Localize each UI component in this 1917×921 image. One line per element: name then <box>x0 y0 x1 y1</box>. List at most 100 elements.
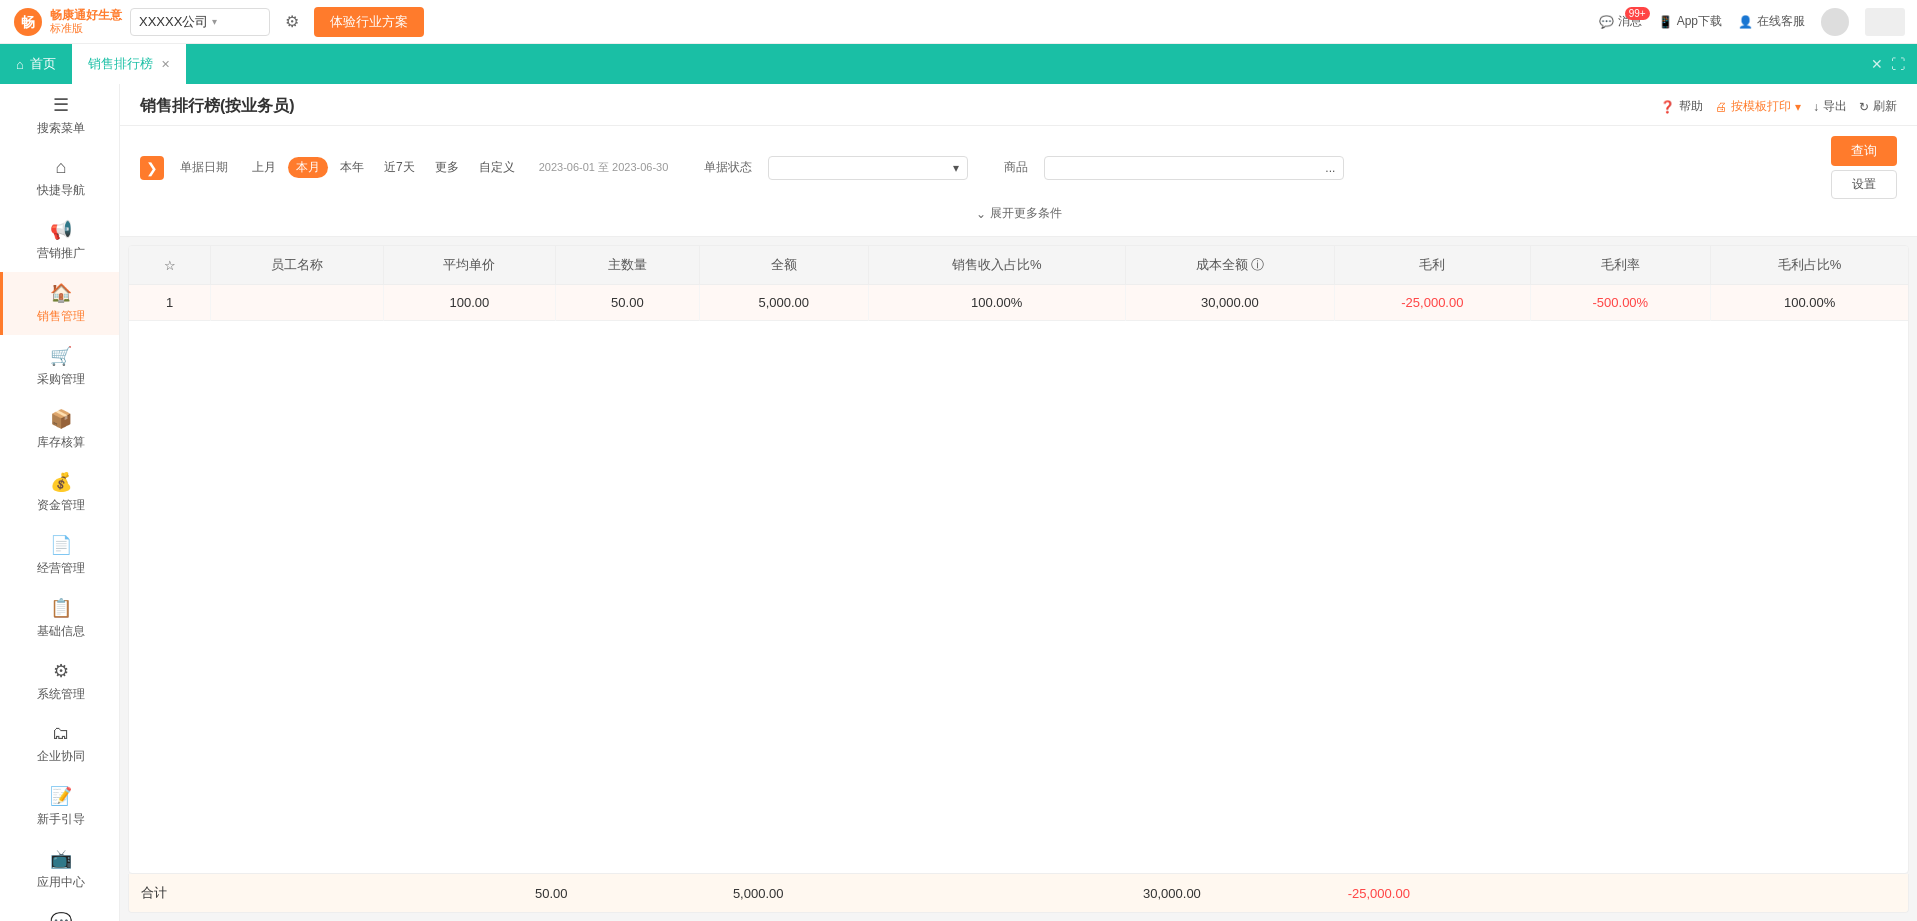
sidebar-item-basic-info[interactable]: 📋 基础信息 <box>0 587 119 650</box>
date-tab-last-month[interactable]: 上月 <box>244 157 284 178</box>
finance-icon: 💰 <box>50 471 72 493</box>
marketing-icon: 📢 <box>50 219 72 241</box>
logo-text: 畅康通好生意 标准版 <box>50 8 122 36</box>
trial-button[interactable]: 体验行业方案 <box>314 7 424 37</box>
sidebar-item-inventory[interactable]: 📦 库存核算 <box>0 398 119 461</box>
sales-icon: 🏠 <box>50 282 72 304</box>
filter-settings-button[interactable]: 设置 <box>1831 170 1897 199</box>
content-area: 销售排行榜(按业务员) ❓ 帮助 🖨 按模板打印 ▾ ↓ 导出 <box>120 84 1917 921</box>
sidebar-label-finance: 资金管理 <box>37 497 85 514</box>
operations-icon: 📄 <box>50 534 72 556</box>
quicknav-icon: ⌂ <box>56 157 67 178</box>
svg-text:畅: 畅 <box>21 14 35 30</box>
date-tab-this-year[interactable]: 本年 <box>332 157 372 178</box>
page-actions: ❓ 帮助 🖨 按模板打印 ▾ ↓ 导出 ↻ 刷新 <box>1660 98 1897 115</box>
sidebar-item-collab[interactable]: 🗂 企业协同 <box>0 713 119 775</box>
col-qty: 主数量 <box>556 246 699 285</box>
expand-icon: ⌄ <box>976 207 986 221</box>
footer-cell-gross-rate <box>1482 886 1689 901</box>
footer-cell-cost: 30,000.00 <box>1069 886 1276 901</box>
tab-home[interactable]: ⌂ 首页 <box>0 44 72 84</box>
page-title: 销售排行榜(按业务员) <box>140 96 295 117</box>
filter-area: ❯ 单据日期 上月 本月 本年 近7天 更多 自定义 2023-06-01 至 … <box>120 126 1917 237</box>
company-selector[interactable]: XXXXX公司 ▾ <box>130 8 270 36</box>
sidebar-label-inventory: 库存核算 <box>37 434 85 451</box>
sidebar-item-guide[interactable]: 📝 新手引导 <box>0 775 119 838</box>
sidebar-item-quicknav[interactable]: ⌂ 快捷导航 <box>0 147 119 209</box>
sidebar-label-quicknav: 快捷导航 <box>37 182 85 199</box>
online-service-label: 在线客服 <box>1757 13 1805 30</box>
col-gross-profit: 毛利 <box>1335 246 1530 285</box>
export-button[interactable]: ↓ 导出 <box>1813 98 1847 115</box>
footer-cell-gross: -25,000.00 <box>1275 886 1482 901</box>
message-button[interactable]: 💬 消息 99+ <box>1599 13 1642 30</box>
avatar[interactable] <box>1821 8 1849 36</box>
date-tab-more[interactable]: 更多 <box>427 157 467 178</box>
filter-arrow-toggle[interactable]: ❯ <box>140 156 164 180</box>
top-bar: 畅 畅康通好生意 标准版 XXXXX公司 ▾ ⚙ 体验行业方案 💬 消息 99+… <box>0 0 1917 44</box>
collab-icon: 🗂 <box>52 723 70 744</box>
cell-name <box>211 285 383 321</box>
filter-row-1: ❯ 单据日期 上月 本月 本年 近7天 更多 自定义 2023-06-01 至 … <box>140 136 1897 199</box>
expand-button[interactable]: ⌄ 展开更多条件 <box>976 205 1062 222</box>
sidebar-label-marketing: 营销推广 <box>37 245 85 262</box>
footer-cell-avg <box>241 886 448 901</box>
guide-icon: 📝 <box>50 785 72 807</box>
page-header: 销售排行榜(按业务员) ❓ 帮助 🖨 按模板打印 ▾ ↓ 导出 <box>120 84 1917 126</box>
sidebar-item-operations[interactable]: 📄 经营管理 <box>0 524 119 587</box>
app-download-button[interactable]: 📱 App下载 <box>1658 13 1722 30</box>
date-label: 单据日期 <box>180 159 228 176</box>
print-button[interactable]: 🖨 按模板打印 ▾ <box>1715 98 1801 115</box>
date-tab-this-month[interactable]: 本月 <box>288 157 328 178</box>
top-right-area: 💬 消息 99+ 📱 App下载 👤 在线客服 <box>1599 8 1905 36</box>
query-button[interactable]: 查询 <box>1831 136 1897 166</box>
company-name: XXXXX公司 <box>139 13 208 31</box>
sidebar-label-collab: 企业协同 <box>37 748 85 765</box>
sidebar-item-wechat[interactable]: 💬 企业微信 <box>0 901 119 921</box>
sidebar-label-appcenter: 应用中心 <box>37 874 85 891</box>
basicinfo-icon: 📋 <box>50 597 72 619</box>
query-settings-area: 查询 设置 <box>1831 136 1897 199</box>
cell-gross-pct: 100.00% <box>1711 285 1908 321</box>
sidebar: ☰ 搜索菜单 ⌂ 快捷导航 📢 营销推广 🏠 销售管理 🛒 采购管理 📦 库存核… <box>0 84 120 921</box>
col-rank: ☆ <box>129 246 211 285</box>
date-range-display: 2023-06-01 至 2023-06-30 <box>539 160 669 175</box>
tab-sales-ranking[interactable]: 销售排行榜 ✕ <box>72 44 186 84</box>
date-tab-custom[interactable]: 自定义 <box>471 157 523 178</box>
sidebar-label-basicinfo: 基础信息 <box>37 623 85 640</box>
main-layout: ☰ 搜索菜单 ⌂ 快捷导航 📢 营销推广 🏠 销售管理 🛒 采购管理 📦 库存核… <box>0 84 1917 921</box>
home-icon: ⌂ <box>16 57 24 72</box>
sidebar-item-appcenter[interactable]: 📺 应用中心 <box>0 838 119 901</box>
close-window-icon[interactable]: ✕ <box>1871 56 1883 72</box>
refresh-button[interactable]: ↻ 刷新 <box>1859 98 1897 115</box>
tab-close-icon[interactable]: ✕ <box>161 58 170 71</box>
sidebar-label-system: 系统管理 <box>37 686 85 703</box>
cell-gross-profit: -25,000.00 <box>1335 285 1530 321</box>
expand-row: ⌄ 展开更多条件 <box>140 199 1897 226</box>
sidebar-item-search[interactable]: ☰ 搜索菜单 <box>0 84 119 147</box>
online-service-button[interactable]: 👤 在线客服 <box>1738 13 1805 30</box>
sidebar-item-marketing[interactable]: 📢 营销推广 <box>0 209 119 272</box>
sidebar-item-finance[interactable]: 💰 资金管理 <box>0 461 119 524</box>
col-cost-amount: 成本全额 ⓘ <box>1125 246 1335 285</box>
maximize-icon[interactable]: ⛶ <box>1891 56 1905 72</box>
nav-tabs: ⌂ 首页 销售排行榜 ✕ ✕ ⛶ <box>0 44 1917 84</box>
app-download-label: App下载 <box>1677 13 1722 30</box>
sidebar-item-system[interactable]: ⚙ 系统管理 <box>0 650 119 713</box>
cell-amount: 5,000.00 <box>699 285 868 321</box>
cell-gross-rate: -500.00% <box>1530 285 1711 321</box>
status-select[interactable]: ▾ <box>768 156 968 180</box>
sidebar-item-purchase[interactable]: 🛒 采购管理 <box>0 335 119 398</box>
sidebar-label-purchase: 采购管理 <box>37 371 85 388</box>
col-amount: 全额 <box>699 246 868 285</box>
col-avg-price: 平均单价 <box>383 246 555 285</box>
help-button[interactable]: ❓ 帮助 <box>1660 98 1703 115</box>
cell-qty: 50.00 <box>556 285 699 321</box>
date-tab-7days[interactable]: 近7天 <box>376 157 423 178</box>
footer-cells: 50.00 5,000.00 30,000.00 -25,000.00 <box>241 886 1896 901</box>
sidebar-item-sales[interactable]: 🏠 销售管理 <box>0 272 119 335</box>
goods-input[interactable]: ... <box>1044 156 1344 180</box>
col-name: 员工名称 <box>211 246 383 285</box>
refresh-icon: ↻ <box>1859 100 1869 114</box>
settings-icon[interactable]: ⚙ <box>278 8 306 36</box>
